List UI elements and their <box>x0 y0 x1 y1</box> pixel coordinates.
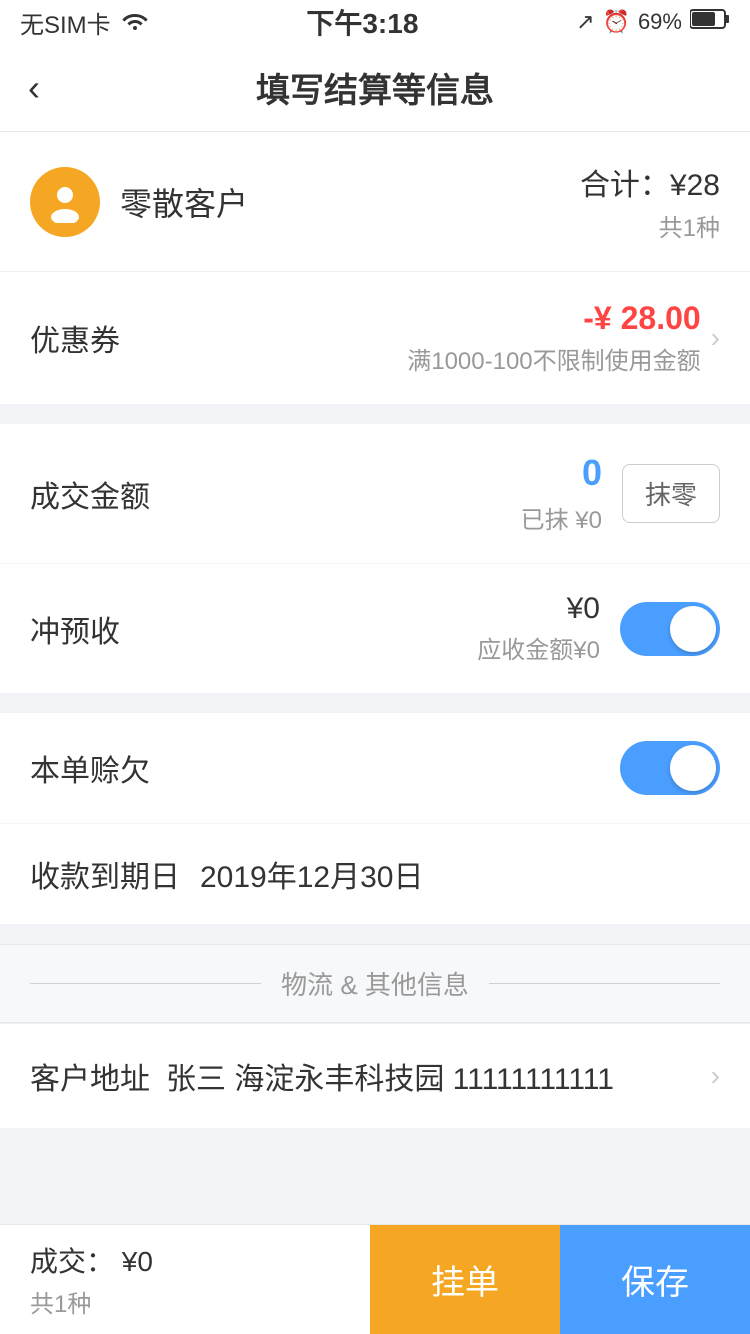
hold-button[interactable]: 挂单 <box>370 1225 560 1334</box>
customer-section: 零散客户 合计：¥28 共1种 优惠券 -¥ 28.00 满1000-100不限… <box>0 132 750 404</box>
logistics-line-right <box>489 983 720 984</box>
status-time: 下午3:18 <box>306 2 418 42</box>
customer-left: 零散客户 <box>30 167 248 237</box>
debt-toggle[interactable] <box>620 741 720 795</box>
round-button[interactable]: 抹零 <box>622 464 720 523</box>
coupon-chevron-icon: › <box>711 322 720 354</box>
transaction-amount-value: 0 <box>582 452 602 494</box>
address-label: 客户地址 <box>30 1054 150 1098</box>
debt-toggle-knob <box>670 745 716 791</box>
customer-row: 零散客户 合计：¥28 共1种 <box>0 132 750 271</box>
bottom-summary: 成交： ¥0 共1种 <box>0 1240 370 1319</box>
logistics-line-left <box>30 983 261 984</box>
page-title: 填写结算等信息 <box>256 63 494 112</box>
status-right: ↗ ⏰ 69% <box>576 8 730 36</box>
content: 零散客户 合计：¥28 共1种 优惠券 -¥ 28.00 满1000-100不限… <box>0 132 750 1268</box>
logistics-section: 物流 & 其他信息 客户地址 张三 海淀永丰科技园 11111111111 › <box>0 944 750 1128</box>
due-date-value: 2019年12月30日 <box>200 852 423 896</box>
debt-label: 本单赊欠 <box>30 746 150 790</box>
status-left: 无SIM卡 <box>20 5 149 40</box>
avatar <box>30 167 100 237</box>
nav-bar: ‹ 填写结算等信息 <box>0 44 750 132</box>
due-date-label: 收款到期日 <box>30 852 180 896</box>
coupon-discount: -¥ 28.00 <box>407 300 700 337</box>
bottom-count: 共1种 <box>30 1284 340 1319</box>
total-amount: 合计：¥28 <box>580 160 720 204</box>
prepay-row: 冲预收 ¥0 应收金额¥0 <box>0 564 750 693</box>
bottom-deal-amount: ¥0 <box>122 1246 153 1277</box>
transaction-amount-sub: 已抹 ¥0 <box>521 500 602 535</box>
transaction-amount-row: 成交金额 0 已抹 ¥0 抹零 <box>0 424 750 564</box>
alarm-icon: ⏰ <box>603 9 630 35</box>
logistics-title: 物流 & 其他信息 <box>261 965 489 1002</box>
prepay-sub: 应收金额¥0 <box>477 630 600 665</box>
coupon-right: -¥ 28.00 满1000-100不限制使用金额 › <box>407 300 720 376</box>
bottom-deal-label: 成交： <box>30 1246 114 1277</box>
coupon-info: -¥ 28.00 满1000-100不限制使用金额 <box>407 300 700 376</box>
prepay-right: ¥0 应收金额¥0 <box>477 592 720 665</box>
address-chevron-icon: › <box>711 1060 720 1092</box>
due-date-row: 收款到期日 2019年12月30日 <box>0 824 750 924</box>
coupon-label: 优惠券 <box>30 316 120 360</box>
transaction-amount-label: 成交金额 <box>30 472 150 516</box>
coupon-description: 满1000-100不限制使用金额 <box>407 341 700 376</box>
customer-name: 零散客户 <box>120 179 248 225</box>
debt-row: 本单赊欠 <box>0 713 750 824</box>
transaction-values: 0 已抹 ¥0 <box>521 452 602 535</box>
bottom-bar: 成交： ¥0 共1种 挂单 保存 <box>0 1224 750 1334</box>
amount-section: 成交金额 0 已抹 ¥0 抹零 冲预收 ¥0 应收金额¥0 <box>0 424 750 693</box>
prepay-label: 冲预收 <box>30 607 120 651</box>
battery-label: 69% <box>638 9 682 35</box>
signal-label: 无SIM卡 <box>20 5 111 40</box>
coupon-row[interactable]: 优惠券 -¥ 28.00 满1000-100不限制使用金额 › <box>0 271 750 404</box>
prepay-toggle[interactable] <box>620 602 720 656</box>
status-bar: 无SIM卡 下午3:18 ↗ ⏰ 69% <box>0 0 750 44</box>
prepay-amount: ¥0 <box>477 592 600 626</box>
save-button[interactable]: 保存 <box>560 1225 750 1334</box>
address-row[interactable]: 客户地址 张三 海淀永丰科技园 11111111111 › <box>0 1023 750 1128</box>
back-button[interactable]: ‹ <box>28 67 40 109</box>
logistics-header: 物流 & 其他信息 <box>0 944 750 1023</box>
prepay-toggle-knob <box>670 606 716 652</box>
battery-icon <box>690 8 730 36</box>
address-value: 张三 海淀永丰科技园 11111111111 <box>150 1054 711 1098</box>
bottom-deal-row: 成交： ¥0 <box>30 1240 340 1280</box>
customer-summary: 合计：¥28 共1种 <box>580 160 720 243</box>
prepay-values: ¥0 应收金额¥0 <box>477 592 600 665</box>
total-count: 共1种 <box>580 208 720 243</box>
location-icon: ↗ <box>576 9 594 35</box>
debt-section: 本单赊欠 收款到期日 2019年12月30日 <box>0 713 750 924</box>
wifi-icon <box>121 8 149 37</box>
transaction-amount-right: 0 已抹 ¥0 抹零 <box>521 452 720 535</box>
